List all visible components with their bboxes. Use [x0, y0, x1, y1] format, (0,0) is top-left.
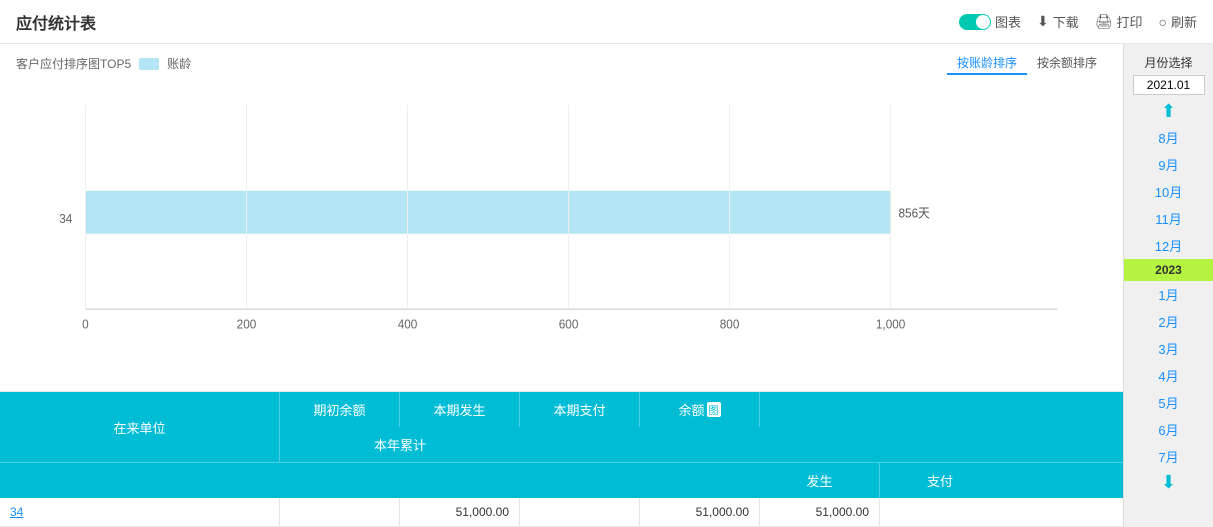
sidebar-month-item[interactable]: 6月	[1124, 416, 1213, 443]
sidebar-month-item[interactable]: 2月	[1124, 308, 1213, 335]
sort-by-balance-button[interactable]: 按账龄排序	[947, 52, 1027, 75]
refresh-label: 刷新	[1171, 12, 1197, 31]
svg-text:600: 600	[559, 317, 579, 332]
scroll-down-button[interactable]: ⬇	[1161, 470, 1176, 495]
chart-header: 客户应付排序图TOP5 账龄 按账龄排序 按余额排序	[16, 52, 1107, 75]
toggle-switch-icon[interactable]	[959, 14, 991, 30]
chart-area: 客户应付排序图TOP5 账龄 按账龄排序 按余额排序 34	[0, 44, 1123, 392]
th-ytd-pay: 支付	[880, 463, 1000, 498]
header: 应付统计表 图表 ⬇ 下载 🖨 打印 ○ 刷新	[0, 0, 1213, 44]
td-current-occurrence: 51,000.00	[400, 498, 520, 526]
left-panel: 客户应付排序图TOP5 账龄 按账龄排序 按余额排序 34	[0, 44, 1123, 527]
table-sub-header: 发生 支付	[0, 462, 1123, 498]
chart-toggle[interactable]: 图表	[959, 12, 1021, 31]
chart-svg: 34 856天 0 200 400 600 800 1,000	[56, 83, 1087, 363]
td-balance: 51,000.00	[640, 498, 760, 526]
refresh-button[interactable]: ○ 刷新	[1159, 12, 1197, 31]
sidebar-month-item[interactable]: 3月	[1124, 335, 1213, 362]
sidebar-month-item[interactable]: 1月	[1124, 281, 1213, 308]
sidebar-month-item[interactable]: 9月	[1124, 151, 1213, 178]
month-list: 8月9月10月11月12月20231月2月3月4月5月6月7月	[1124, 124, 1213, 470]
sort-by-amount-button[interactable]: 按余额排序	[1027, 52, 1107, 75]
print-label: 打印	[1117, 12, 1143, 31]
chart-legend-box-label: 账龄	[167, 55, 191, 72]
svg-text:856天: 856天	[898, 206, 929, 221]
td-ytd-occurrence: 51,000.00	[760, 498, 880, 526]
sidebar-month-item[interactable]: 10月	[1124, 178, 1213, 205]
th-balance: 余额 图	[640, 392, 760, 427]
download-label: 下载	[1053, 12, 1079, 31]
th-current-occ: 本期发生	[400, 392, 520, 427]
svg-text:200: 200	[237, 317, 257, 332]
download-icon: ⬇	[1037, 13, 1049, 30]
right-sidebar: 月份选择 ⬆ 8月9月10月11月12月20231月2月3月4月5月6月7月 ⬇	[1123, 44, 1213, 527]
chart-sort-buttons: 按账龄排序 按余额排序	[947, 52, 1107, 75]
sidebar-month-item[interactable]: 7月	[1124, 443, 1213, 470]
sidebar-year-input[interactable]	[1133, 75, 1205, 95]
svg-text:0: 0	[82, 317, 89, 332]
main-content: 客户应付排序图TOP5 账龄 按账龄排序 按余额排序 34	[0, 44, 1213, 527]
table-row: 34 51,000.00 51,000.00 51,000.00	[0, 498, 1123, 527]
sidebar-month-item[interactable]: 8月	[1124, 124, 1213, 151]
sidebar-month-item[interactable]: 4月	[1124, 362, 1213, 389]
sidebar-title: 月份选择	[1140, 48, 1196, 75]
download-button[interactable]: ⬇ 下载	[1037, 12, 1079, 31]
page-title: 应付统计表	[16, 10, 96, 34]
sidebar-month-item[interactable]: 11月	[1124, 205, 1213, 232]
th-company: 在来单位	[0, 392, 280, 462]
company-link[interactable]: 34	[10, 505, 23, 519]
sidebar-month-item[interactable]: 5月	[1124, 389, 1213, 416]
scroll-up-button[interactable]: ⬆	[1161, 99, 1176, 124]
chart-legend: 客户应付排序图TOP5 账龄	[16, 55, 191, 72]
th-current-pay: 本期支付	[520, 392, 640, 427]
th-ytd-occ: 发生	[760, 463, 880, 498]
table-area: 在来单位 期初余额 本期发生 本期支付 余额 图 本年累计 发生 支付	[0, 392, 1123, 527]
print-button[interactable]: 🖨 打印	[1095, 12, 1143, 31]
sidebar-month-item[interactable]: 12月	[1124, 232, 1213, 259]
sidebar-year-marker[interactable]: 2023	[1124, 259, 1213, 281]
refresh-icon: ○	[1159, 14, 1167, 30]
chart-label: 图表	[995, 12, 1021, 31]
table-header-top: 在来单位 期初余额 本期发生 本期支付 余额 图 本年累计	[0, 392, 1123, 462]
td-company: 34	[0, 498, 280, 526]
bar-chart: 34 856天 0 200 400 600 800 1,000	[56, 83, 1087, 363]
chart-legend-label: 客户应付排序图TOP5	[16, 55, 131, 72]
th-opening: 期初余额	[280, 392, 400, 427]
svg-text:800: 800	[720, 317, 740, 332]
td-opening-balance	[280, 498, 400, 526]
td-current-payment	[520, 498, 640, 526]
td-ytd-payment	[880, 498, 1000, 526]
print-icon: 🖨	[1095, 13, 1113, 30]
header-actions: 图表 ⬇ 下载 🖨 打印 ○ 刷新	[959, 12, 1197, 31]
legend-box-icon	[139, 58, 159, 70]
svg-text:34: 34	[59, 212, 72, 227]
svg-text:1,000: 1,000	[876, 317, 906, 332]
th-ytd: 本年累计	[280, 427, 520, 462]
svg-text:400: 400	[398, 317, 418, 332]
app-container: 应付统计表 图表 ⬇ 下载 🖨 打印 ○ 刷新	[0, 0, 1213, 527]
